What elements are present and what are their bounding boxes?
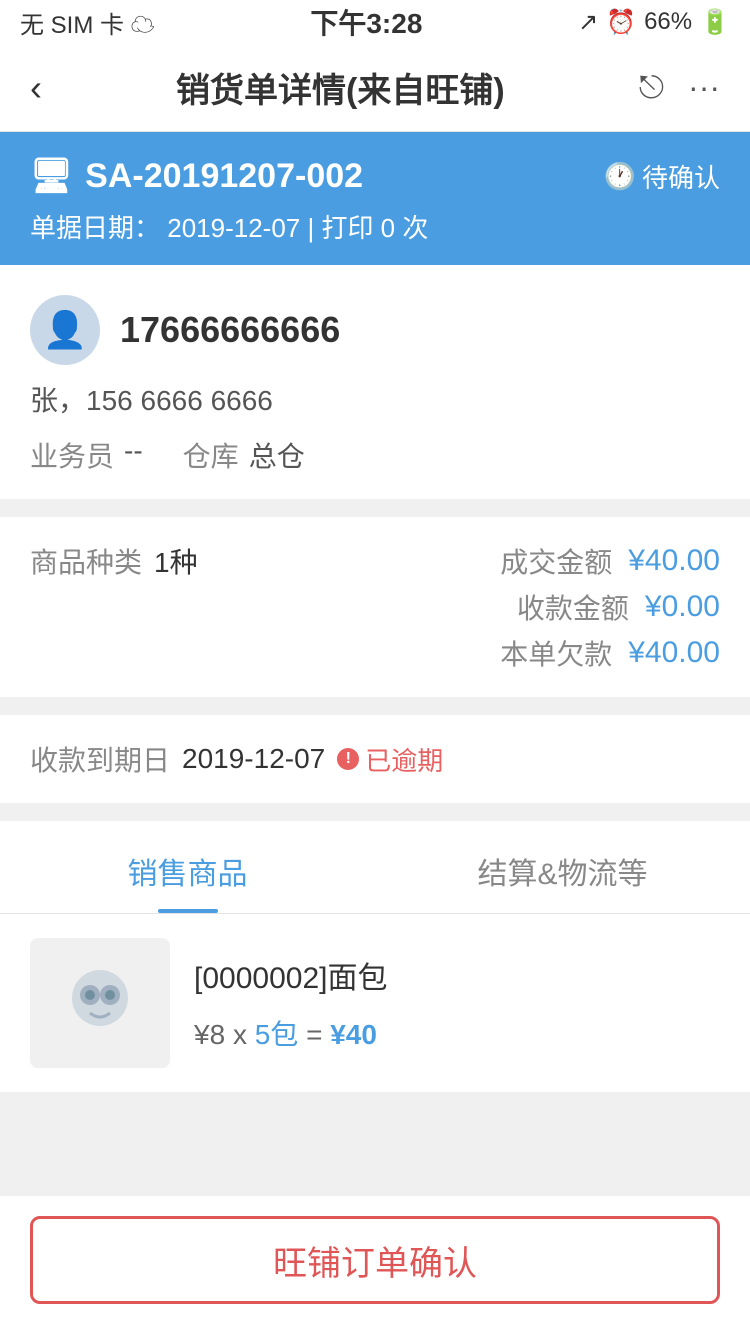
avatar: 👤: [30, 295, 100, 365]
summary-section: 商品种类 1种 成交金额 ¥40.00 收款金额 ¥0.00 本单欠款 ¥40.…: [0, 517, 750, 697]
due-date-label: 收款到期日: [30, 739, 170, 779]
avatar-icon: 👤: [43, 309, 88, 351]
customer-phone: 17666666666: [120, 309, 340, 351]
status-left: 无 SIM 卡 ☁: [20, 5, 155, 40]
tabs-section: 销售商品 结算&物流等 [0000002]面包 ¥8 x 5包 = ¥40: [0, 821, 750, 1092]
overdue-badge: ! 已逾期: [337, 741, 443, 778]
customer-sub-info: 张，156 6666 6666: [30, 379, 720, 419]
owing-value: ¥40.00: [628, 636, 720, 670]
product-quantity: 5包: [255, 1019, 299, 1050]
amounts-group: 成交金额 ¥40.00 收款金额 ¥0.00 本单欠款 ¥40.00: [500, 541, 720, 673]
tabs-header: 销售商品 结算&物流等: [0, 821, 750, 914]
product-price-row: ¥8 x 5包 = ¥40: [194, 1013, 720, 1053]
battery-icon: 🔋: [700, 8, 730, 37]
order-status-text: 待确认: [642, 158, 720, 195]
status-bar: 无 SIM 卡 ☁ 下午3:28 ↗ ⏰ 66% 🔋: [0, 0, 750, 44]
received-value: ¥0.00: [645, 590, 720, 624]
product-multiply-sign: x: [233, 1019, 255, 1050]
product-unit-price: ¥8: [194, 1019, 225, 1050]
confirm-button-wrap: 旺铺订单确认: [0, 1196, 750, 1334]
order-header: 🖥 SA-20191207-002 🕐 待确认 单据日期： 2019-12-07…: [0, 132, 750, 265]
received-label: 收款金额: [517, 587, 629, 627]
location-icon: ↗: [578, 8, 598, 37]
warehouse-item: 仓库 总仓: [183, 435, 305, 475]
sim-label: 无 SIM 卡 ☁: [20, 5, 155, 40]
customer-meta: 业务员 -- 仓库 总仓: [30, 435, 720, 475]
nav-bar: ‹ 销货单详情(来自旺铺) ⎋ ···: [0, 44, 750, 132]
share-icon[interactable]: ⎋: [639, 69, 664, 107]
amount-row-total: 成交金额 ¥40.00: [500, 541, 720, 581]
product-details: [0000002]面包 ¥8 x 5包 = ¥40: [194, 953, 720, 1053]
salesperson-value: --: [124, 435, 143, 475]
amount-row-owing: 本单欠款 ¥40.00: [500, 633, 720, 673]
due-date-section: 收款到期日 2019-12-07 ! 已逾期: [0, 715, 750, 803]
amount-row-received: 收款金额 ¥0.00: [517, 587, 720, 627]
order-date-row: 单据日期： 2019-12-07 | 打印 0 次: [30, 208, 720, 245]
order-icon: 🖥: [30, 156, 73, 196]
alarm-icon: ⏰: [606, 8, 636, 37]
warehouse-value: 总仓: [249, 435, 305, 475]
product-type-label: 商品种类: [30, 541, 142, 581]
product-type-value: 1种: [154, 541, 198, 581]
product-item: [0000002]面包 ¥8 x 5包 = ¥40: [0, 914, 750, 1092]
overdue-text: 已逾期: [365, 741, 443, 778]
tab-sales-products[interactable]: 销售商品: [0, 821, 375, 913]
tab-settlement-label: 结算&物流等: [477, 858, 647, 891]
salesperson-label: 业务员: [30, 435, 114, 475]
customer-section: 👤 17666666666 张，156 6666 6666 业务员 -- 仓库 …: [0, 265, 750, 499]
overdue-dot-icon: !: [337, 748, 359, 770]
order-id-text: SA-20191207-002: [85, 157, 363, 196]
product-thumbnail: [30, 938, 170, 1068]
warehouse-label: 仓库: [183, 435, 239, 475]
salesperson-item: 业务员 --: [30, 435, 143, 475]
tab-sales-products-label: 销售商品: [128, 858, 248, 891]
order-status: 🕐 待确认: [604, 158, 720, 195]
order-date-label: 单据日期：: [30, 213, 160, 243]
confirm-order-button[interactable]: 旺铺订单确认: [30, 1216, 720, 1304]
page-title: 销货单详情(来自旺铺): [176, 63, 505, 112]
status-right: ↗ ⏰ 66% 🔋: [578, 8, 730, 37]
nav-actions: ⎋ ···: [639, 69, 720, 107]
battery-label: 66%: [644, 8, 692, 36]
product-type-group: 商品种类 1种: [30, 541, 198, 581]
order-date-value: 2019-12-07: [167, 213, 300, 243]
amount-label: 成交金额: [500, 541, 612, 581]
more-icon[interactable]: ···: [688, 69, 720, 106]
due-date-value: 2019-12-07: [182, 743, 325, 775]
product-thumb-svg: [60, 963, 140, 1043]
product-name: [0000002]面包: [194, 953, 720, 997]
status-time: 下午3:28: [310, 2, 422, 42]
product-total: ¥40: [330, 1019, 377, 1050]
status-clock-icon: 🕐: [604, 161, 636, 192]
order-print-info: | 打印 0 次: [307, 213, 428, 243]
tab-settlement[interactable]: 结算&物流等: [375, 821, 750, 913]
owing-label: 本单欠款: [500, 633, 612, 673]
order-id: 🖥 SA-20191207-002: [30, 156, 363, 196]
back-button[interactable]: ‹: [30, 67, 42, 109]
amount-value: ¥40.00: [628, 544, 720, 578]
